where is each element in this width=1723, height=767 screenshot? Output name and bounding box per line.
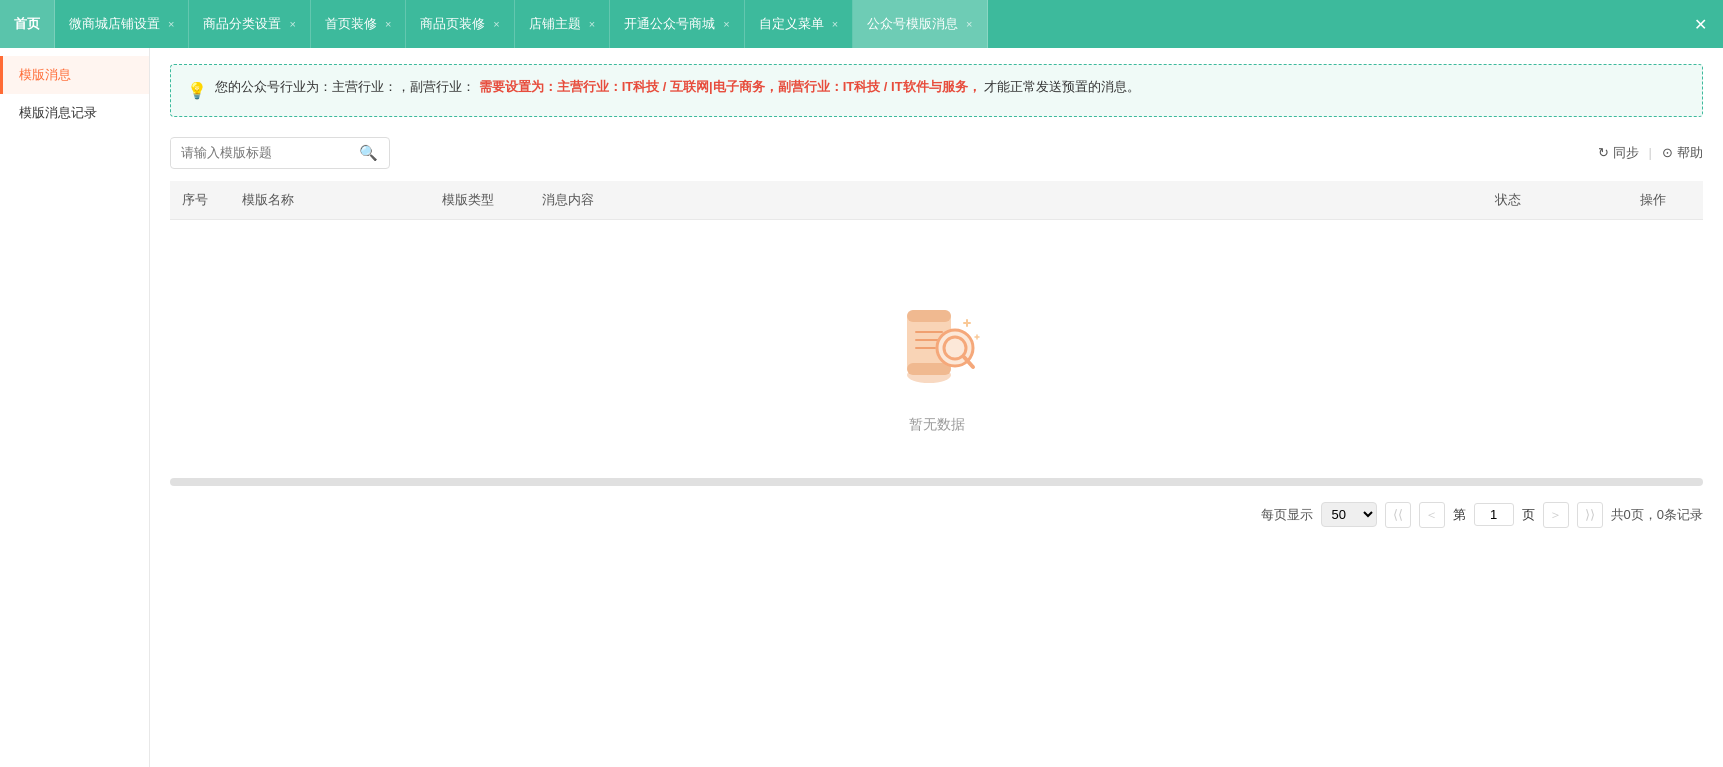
- help-circle-icon: ⊙: [1662, 145, 1673, 160]
- close-template-msg[interactable]: ×: [966, 18, 972, 30]
- table-header-row: 序号 模版名称 模版类型 消息内容 状态 操作: [170, 181, 1703, 220]
- sync-icon: ↻: [1598, 145, 1609, 160]
- nav-tab-open-mall[interactable]: 开通公众号商城 ×: [610, 0, 744, 48]
- custom-menu-label: 自定义菜单: [759, 15, 824, 33]
- home-tab-label: 首页: [14, 15, 40, 33]
- pagination: 每页显示 50 10 20 100 ⟨⟨ ＜ 第 页 ＞ ⟩⟩ 共0页，0条记录: [170, 490, 1703, 532]
- close-home-decor[interactable]: ×: [385, 18, 391, 30]
- page-label-before: 第: [1453, 506, 1466, 524]
- sidebar-item-template-message[interactable]: 模版消息: [0, 56, 149, 94]
- nav-tab-store-theme[interactable]: 店铺主题 ×: [515, 0, 610, 48]
- search-wrap: 🔍: [170, 137, 390, 169]
- nav-tab-product-decor[interactable]: 商品页装修 ×: [406, 0, 514, 48]
- store-theme-label: 店铺主题: [529, 15, 581, 33]
- search-input[interactable]: [171, 139, 351, 166]
- col-header-seq: 序号: [170, 181, 230, 220]
- shop-settings-label: 微商城店铺设置: [69, 15, 160, 33]
- toolbar: 🔍 ↻ 同步 | ⊙ 帮助: [170, 137, 1703, 169]
- content-area: 💡 您的公众号行业为：主营行业：，副营行业： 需要设置为：主营行业：IT科技 /…: [150, 48, 1723, 767]
- close-open-mall[interactable]: ×: [723, 18, 729, 30]
- col-header-action: 操作: [1603, 181, 1703, 220]
- col-header-type: 模版类型: [430, 181, 530, 220]
- first-page-icon: ⟨⟨: [1393, 507, 1403, 522]
- first-page-button[interactable]: ⟨⟨: [1385, 502, 1411, 528]
- sidebar-item-template-record[interactable]: 模版消息记录: [0, 94, 149, 132]
- page-size-label: 每页显示: [1261, 506, 1313, 524]
- close-all-icon: ✕: [1694, 15, 1707, 34]
- nav-tab-shop-settings[interactable]: 微商城店铺设置 ×: [55, 0, 189, 48]
- empty-text: 暂无数据: [909, 416, 965, 434]
- template-msg-label: 公众号模版消息: [867, 15, 958, 33]
- horizontal-scrollbar[interactable]: [170, 478, 1703, 486]
- toolbar-right: ↻ 同步 | ⊙ 帮助: [1598, 144, 1703, 162]
- nav-tab-template-msg[interactable]: 公众号模版消息 ×: [853, 0, 987, 48]
- close-custom-menu[interactable]: ×: [832, 18, 838, 30]
- next-page-button[interactable]: ＞: [1543, 502, 1569, 528]
- col-header-name: 模版名称: [230, 181, 430, 220]
- empty-state: 暂无数据: [170, 220, 1703, 474]
- nav-tab-product-category[interactable]: 商品分类设置 ×: [189, 0, 310, 48]
- help-label: 帮助: [1677, 144, 1703, 162]
- empty-state-row: 暂无数据: [170, 219, 1703, 474]
- close-store-theme[interactable]: ×: [589, 18, 595, 30]
- page-number-input[interactable]: [1474, 503, 1514, 526]
- sync-label: 同步: [1613, 144, 1639, 162]
- page-size-select[interactable]: 50 10 20 100: [1321, 502, 1377, 527]
- notice-highlight: 需要设置为：主营行业：IT科技 / 互联网|电子商务，副营行业：IT科技 / I…: [479, 79, 981, 94]
- svg-rect-2: [907, 310, 951, 322]
- top-nav: 首页 微商城店铺设置 × 商品分类设置 × 首页装修 × 商品页装修 × 店铺主…: [0, 0, 1723, 48]
- product-decor-label: 商品页装修: [420, 15, 485, 33]
- help-button[interactable]: ⊙ 帮助: [1662, 144, 1703, 162]
- svg-rect-3: [907, 363, 951, 375]
- notice-bulb-icon: 💡: [187, 78, 207, 104]
- last-page-icon: ⟩⟩: [1585, 507, 1595, 522]
- sidebar: 模版消息 模版消息记录: [0, 48, 150, 767]
- home-decor-label: 首页装修: [325, 15, 377, 33]
- product-category-label: 商品分类设置: [203, 15, 281, 33]
- col-header-content: 消息内容: [530, 181, 1483, 220]
- notice-content: 您的公众号行业为：主营行业：，副营行业： 需要设置为：主营行业：IT科技 / 互…: [215, 77, 1140, 98]
- page-label-after: 页: [1522, 506, 1535, 524]
- prev-page-button[interactable]: ＜: [1419, 502, 1445, 528]
- sidebar-template-message-label: 模版消息: [19, 67, 71, 82]
- nav-tab-home-decor[interactable]: 首页装修 ×: [311, 0, 406, 48]
- notice-box: 💡 您的公众号行业为：主营行业：，副营行业： 需要设置为：主营行业：IT科技 /…: [170, 64, 1703, 117]
- close-all-tabs[interactable]: ✕: [1678, 0, 1723, 48]
- close-product-decor[interactable]: ×: [493, 18, 499, 30]
- data-table: 序号 模版名称 模版类型 消息内容 状态 操作: [170, 181, 1703, 474]
- toolbar-divider: |: [1649, 145, 1652, 160]
- next-page-icon: ＞: [1549, 506, 1562, 524]
- notice-prefix: 您的公众号行业为：主营行业：，副营行业：: [215, 79, 475, 94]
- total-info: 共0页，0条记录: [1611, 506, 1703, 524]
- sidebar-template-record-label: 模版消息记录: [19, 105, 97, 120]
- close-product-category[interactable]: ×: [289, 18, 295, 30]
- empty-illustration: [877, 280, 997, 400]
- open-mall-label: 开通公众号商城: [624, 15, 715, 33]
- prev-page-icon: ＜: [1425, 506, 1438, 524]
- search-icon: 🔍: [359, 144, 378, 162]
- nav-tab-custom-menu[interactable]: 自定义菜单 ×: [745, 0, 853, 48]
- sync-button[interactable]: ↻ 同步: [1598, 144, 1639, 162]
- close-shop-settings[interactable]: ×: [168, 18, 174, 30]
- nav-tab-home[interactable]: 首页: [0, 0, 55, 48]
- search-button[interactable]: 🔍: [351, 138, 386, 168]
- notice-suffix: 才能正常发送预置的消息。: [984, 79, 1140, 94]
- main-layout: 模版消息 模版消息记录 💡 您的公众号行业为：主营行业：，副营行业： 需要设置为…: [0, 48, 1723, 767]
- col-header-status: 状态: [1483, 181, 1603, 220]
- last-page-button[interactable]: ⟩⟩: [1577, 502, 1603, 528]
